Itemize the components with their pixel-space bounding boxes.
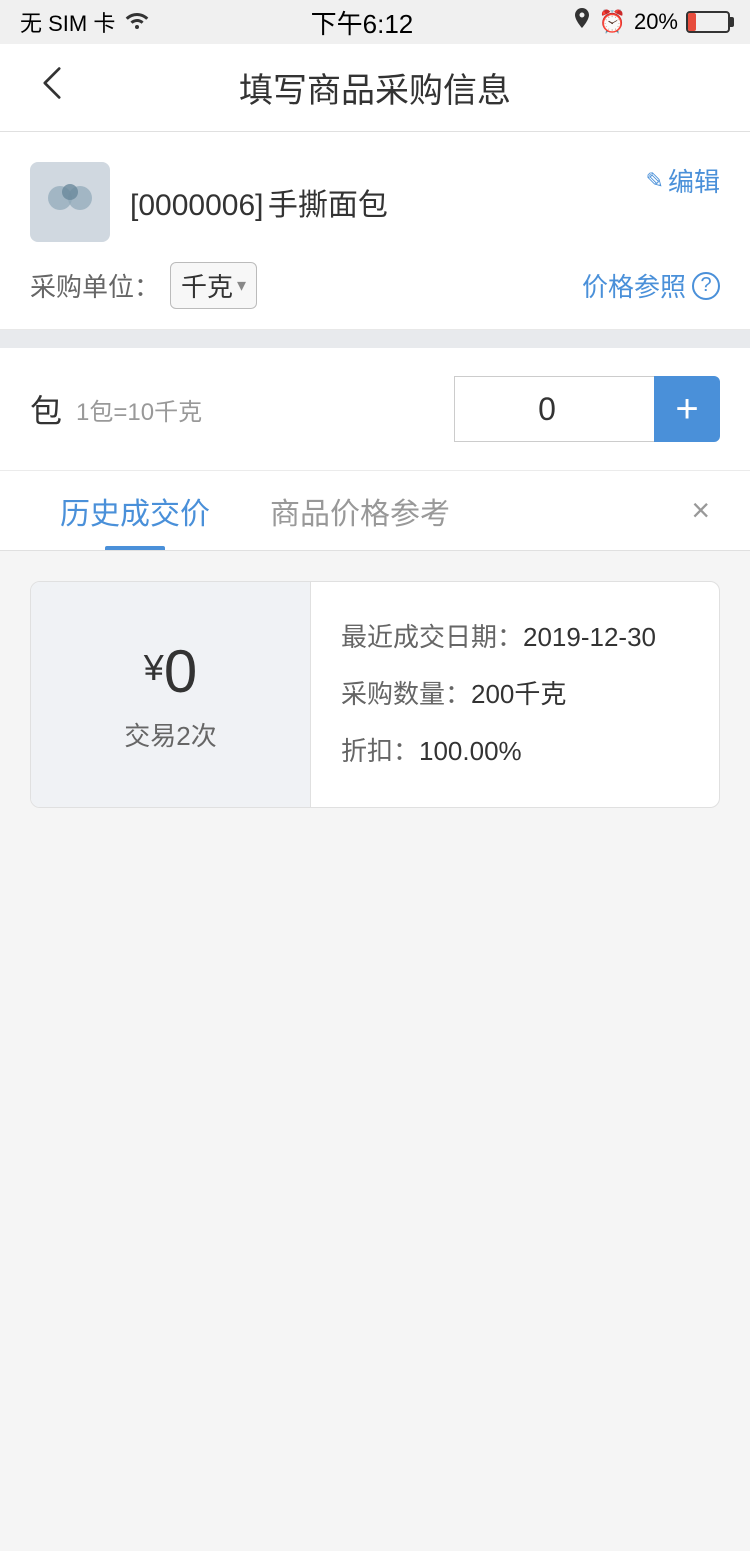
- plus-icon: +: [675, 387, 698, 432]
- product-unit-row: 采购单位： 千克 ▾ 价格参照 ?: [30, 262, 720, 309]
- bottom-space: [0, 951, 750, 1551]
- battery-percent: 20%: [634, 9, 678, 35]
- product-name: [0000006] 手撕面包: [130, 180, 388, 224]
- discount-value: 100.00%: [419, 736, 522, 766]
- unit-label: 采购单位：: [30, 267, 160, 304]
- recent-date-value: 2019-12-30: [523, 622, 656, 652]
- unit-select-wrap: 采购单位： 千克 ▾: [30, 262, 257, 309]
- quantity-label-wrap: 包 1包=10千克: [30, 386, 202, 432]
- card-quantity-row: 采购数量：200千克: [341, 675, 689, 714]
- card-recent-date-row: 最近成交日期：2019-12-30: [341, 618, 689, 657]
- product-thumb-icon: [45, 178, 95, 227]
- unit-dropdown[interactable]: 千克 ▾: [170, 262, 257, 309]
- tab-history-price-label: 历史成交价: [60, 489, 210, 533]
- quantity-unit: 包: [30, 386, 62, 432]
- tab-product-price-label: 商品价格参考: [270, 489, 450, 533]
- status-right: ⏰ 20%: [573, 8, 730, 36]
- battery-icon: [686, 11, 730, 33]
- price-reference-button[interactable]: 价格参照 ?: [582, 267, 720, 304]
- price-ref-label: 价格参照: [582, 267, 686, 304]
- product-left: [0000006] 手撕面包: [30, 162, 388, 242]
- card-transactions: 交易2次: [124, 716, 216, 753]
- status-time: 下午6:12: [311, 4, 414, 41]
- quantity-row: 包 1包=10千克 +: [0, 348, 750, 471]
- tabs-container: 历史成交价 商品价格参考: [30, 471, 480, 550]
- quantity-input-wrap: +: [454, 376, 720, 442]
- tab-product-price[interactable]: 商品价格参考: [240, 471, 480, 550]
- product-section: [0000006] 手撕面包 ✎ 编辑 采购单位： 千克 ▾ 价格参照 ?: [0, 132, 750, 330]
- alarm-icon: ⏰: [599, 9, 626, 35]
- edit-icon: ✎: [646, 168, 664, 194]
- recent-date-label: 最近成交日期：: [341, 622, 523, 652]
- dropdown-arrow-icon: ▾: [237, 275, 246, 296]
- close-icon: ×: [691, 492, 710, 528]
- location-icon: [573, 8, 591, 36]
- discount-label: 折扣：: [341, 736, 419, 766]
- section-divider: [0, 330, 750, 348]
- product-title: 手撕面包: [268, 189, 388, 222]
- status-left: 无 SIM 卡: [20, 6, 151, 38]
- product-id: [0000006]: [130, 189, 263, 222]
- quantity-hint: 1包=10千克: [76, 392, 202, 427]
- tab-row: 历史成交价 商品价格参考 ×: [0, 471, 750, 551]
- back-button[interactable]: [30, 55, 74, 120]
- history-section: ¥0 交易2次 最近成交日期：2019-12-30 采购数量：200千克 折扣：…: [0, 551, 750, 951]
- card-left: ¥0 交易2次: [31, 582, 311, 807]
- nav-bar: 填写商品采购信息: [0, 44, 750, 132]
- info-icon: ?: [692, 272, 720, 300]
- edit-label: 编辑: [668, 162, 720, 199]
- unit-value: 千克: [181, 267, 233, 304]
- card-discount-row: 折扣：100.00%: [341, 732, 689, 771]
- price-value: 0: [164, 638, 197, 705]
- status-bar: 无 SIM 卡 下午6:12 ⏰ 20%: [0, 0, 750, 44]
- product-thumbnail: [30, 162, 110, 242]
- tab-history-price[interactable]: 历史成交价: [30, 471, 240, 550]
- quantity-input[interactable]: [454, 376, 654, 442]
- tab-close-button[interactable]: ×: [681, 482, 720, 539]
- signal-icon: 无 SIM 卡: [20, 6, 115, 38]
- history-card: ¥0 交易2次 最近成交日期：2019-12-30 采购数量：200千克 折扣：…: [30, 581, 720, 808]
- card-right: 最近成交日期：2019-12-30 采购数量：200千克 折扣：100.00%: [311, 582, 719, 807]
- quantity-value: 200千克: [471, 679, 566, 709]
- wifi-icon: [123, 9, 151, 35]
- currency-symbol: ¥: [144, 647, 164, 689]
- edit-button[interactable]: ✎ 编辑: [646, 162, 720, 199]
- quantity-label: 采购数量：: [341, 679, 471, 709]
- card-price: ¥0: [144, 637, 197, 706]
- page-title: 填写商品采购信息: [239, 63, 511, 112]
- product-header: [0000006] 手撕面包 ✎ 编辑: [30, 162, 720, 242]
- quantity-plus-button[interactable]: +: [654, 376, 720, 442]
